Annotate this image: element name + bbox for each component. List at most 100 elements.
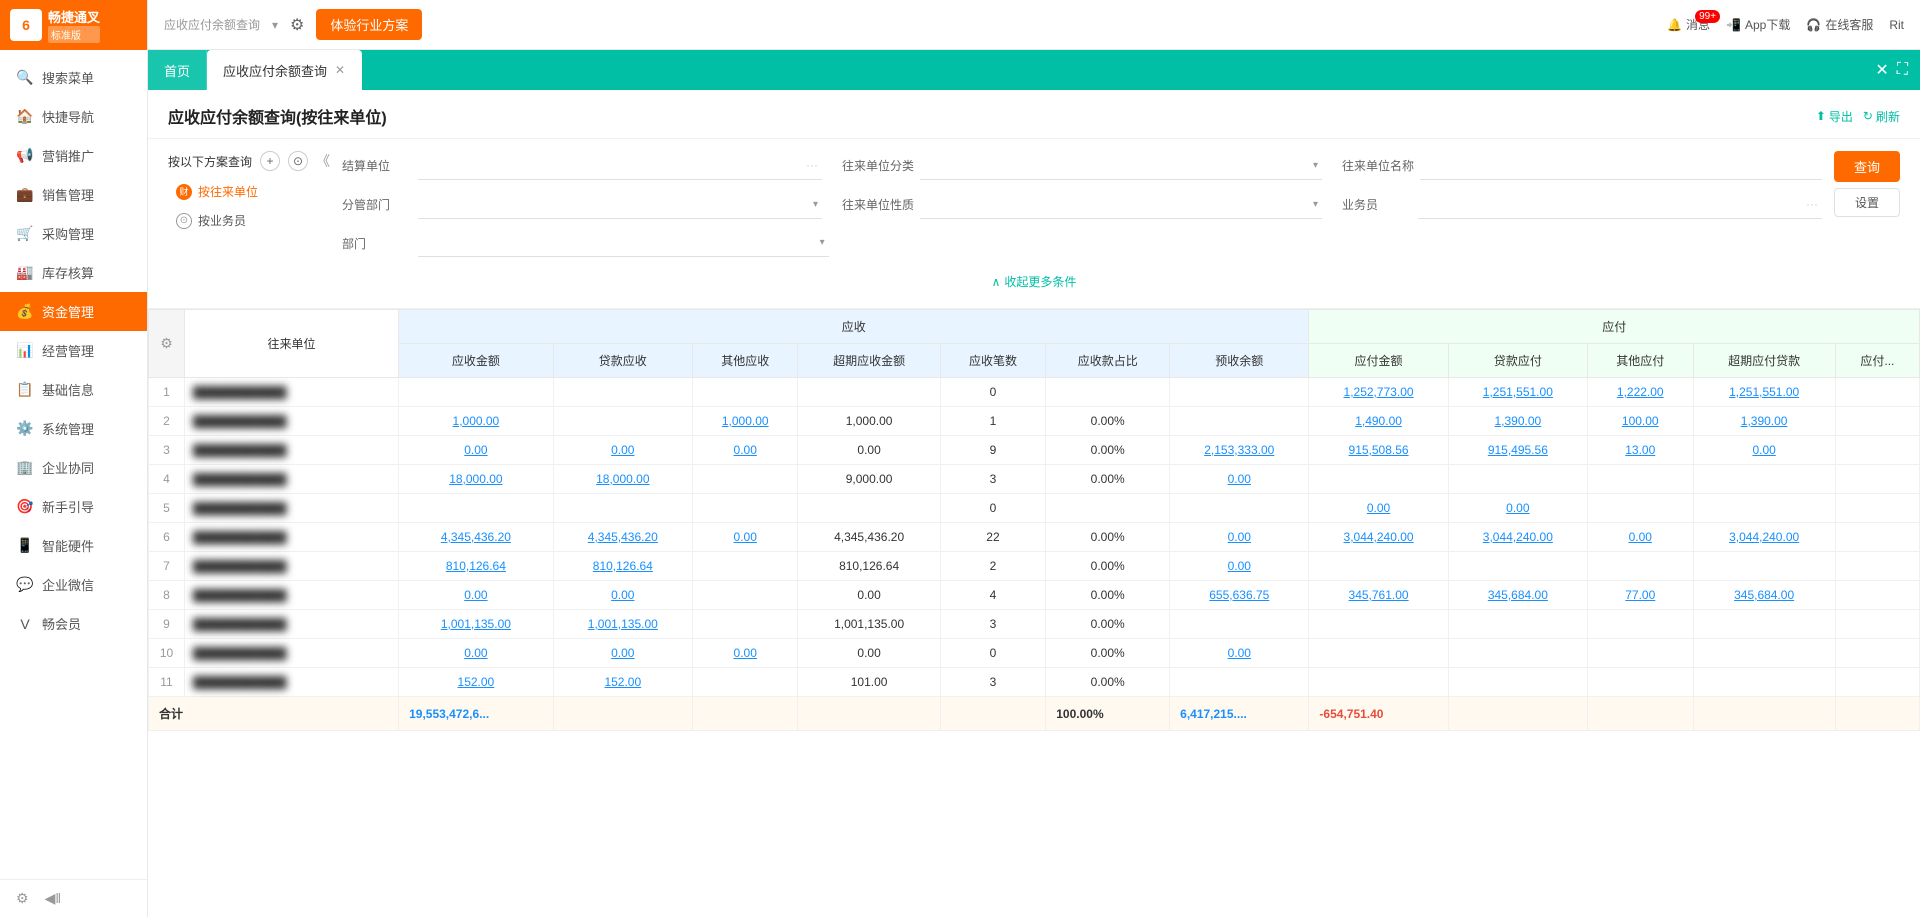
table-cell[interactable]: 1,001,135.00 xyxy=(553,610,692,639)
wanglai-xingzhi-dropdown[interactable]: ▾ xyxy=(920,191,1322,219)
jiesuan-more-icon[interactable]: ··· xyxy=(802,158,822,172)
sidebar-item-hardware[interactable]: 📱 智能硬件 xyxy=(0,526,147,565)
table-cell[interactable]: 0.00 xyxy=(1170,465,1309,494)
table-cell[interactable]: 1,490.00 xyxy=(1309,407,1448,436)
table-cell[interactable]: 3,044,240.00 xyxy=(1309,523,1448,552)
table-cell[interactable]: 345,684.00 xyxy=(1448,581,1587,610)
wanglai-mingcheng-input[interactable] xyxy=(1420,152,1822,180)
table-cell[interactable]: 1,251,551.00 xyxy=(1693,378,1835,407)
table-cell[interactable]: 0.00 xyxy=(553,581,692,610)
table-cell[interactable]: 0.00 xyxy=(1170,523,1309,552)
sidebar-item-sales[interactable]: 💼 销售管理 xyxy=(0,175,147,214)
tab-close-icon[interactable]: ✕ xyxy=(335,63,345,77)
table-cell[interactable]: 18,000.00 xyxy=(553,465,692,494)
table-cell[interactable]: 1,000.00 xyxy=(692,407,798,436)
table-cell[interactable]: 915,508.56 xyxy=(1309,436,1448,465)
sidebar-item-quicknav[interactable]: 🏠 快捷导航 xyxy=(0,97,147,136)
table-cell[interactable]: 0.00 xyxy=(692,523,798,552)
table-cell[interactable]: 3,044,240.00 xyxy=(1693,523,1835,552)
scheme-by-staff[interactable]: ⊙ 按业务员 xyxy=(168,208,330,233)
table-cell[interactable]: 77.00 xyxy=(1587,581,1693,610)
user-profile[interactable]: Rit xyxy=(1889,18,1904,32)
fenguan-dropdown[interactable]: ▾ xyxy=(418,191,822,219)
table-cell[interactable]: 0.00 xyxy=(692,436,798,465)
table-cell[interactable]: 0.00 xyxy=(399,436,554,465)
table-cell[interactable]: 4,345,436.20 xyxy=(399,523,554,552)
cta-button[interactable]: 体验行业方案 xyxy=(316,9,422,40)
collapse-more-button[interactable]: ∧ 收起更多条件 xyxy=(168,267,1900,296)
sidebar-item-basic[interactable]: 📋 基础信息 xyxy=(0,370,147,409)
table-cell[interactable]: 1,000.00 xyxy=(399,407,554,436)
table-cell[interactable]: 0.00 xyxy=(1693,436,1835,465)
sidebar-item-member[interactable]: V 畅会员 xyxy=(0,604,147,643)
table-cell[interactable]: 2,153,333.00 xyxy=(1170,436,1309,465)
table-cell[interactable]: 100.00 xyxy=(1587,407,1693,436)
table-cell[interactable]: 1,390.00 xyxy=(1693,407,1835,436)
table-cell[interactable]: 0.00 xyxy=(553,639,692,668)
wanglai-fenlei-dropdown[interactable]: ▾ xyxy=(920,152,1322,180)
table-cell[interactable]: 0.00 xyxy=(399,639,554,668)
sidebar-item-finance[interactable]: 💰 资金管理 xyxy=(0,292,147,331)
table-cell[interactable]: 1,252,773.00 xyxy=(1309,378,1448,407)
tab-arbal[interactable]: 应收应付余额查询 ✕ xyxy=(207,50,362,90)
app-download-button[interactable]: 📲 App下载 xyxy=(1726,16,1790,33)
bottom-settings-icon[interactable]: ⚙ xyxy=(16,890,29,907)
settings-col-header[interactable]: ⚙ xyxy=(149,310,185,378)
sidebar-item-wechat[interactable]: 💬 企业微信 xyxy=(0,565,147,604)
footer-yingshou-amount[interactable]: 19,553,472,6... xyxy=(399,697,554,731)
nav-dropdown-arrow[interactable]: ▾ xyxy=(272,18,278,32)
table-cell[interactable]: 152.00 xyxy=(399,668,554,697)
filter-collapse-icon[interactable]: 《 xyxy=(316,151,330,171)
table-cell[interactable]: 0.00 xyxy=(1170,639,1309,668)
sidebar-item-system[interactable]: ⚙️ 系统管理 xyxy=(0,409,147,448)
table-cell[interactable]: 18,000.00 xyxy=(399,465,554,494)
header-settings-icon[interactable]: ⚙ xyxy=(290,15,304,35)
query-button[interactable]: 查询 xyxy=(1834,151,1900,182)
table-cell[interactable]: 4,345,436.20 xyxy=(553,523,692,552)
bumen-dropdown[interactable]: ▾ xyxy=(418,229,829,257)
sidebar-item-inventory[interactable]: 🏭 库存核算 xyxy=(0,253,147,292)
sidebar-item-marketing[interactable]: 📢 营销推广 xyxy=(0,136,147,175)
table-cell[interactable]: 1,390.00 xyxy=(1448,407,1587,436)
online-service-button[interactable]: 🎧 在线客服 xyxy=(1806,16,1873,33)
table-cell[interactable]: 345,761.00 xyxy=(1309,581,1448,610)
filter-add-button[interactable]: + xyxy=(260,151,280,171)
sidebar-item-search[interactable]: 🔍 搜索菜单 xyxy=(0,58,147,97)
table-cell[interactable]: 345,684.00 xyxy=(1693,581,1835,610)
table-cell[interactable]: 13.00 xyxy=(1587,436,1693,465)
table-cell[interactable]: 1,222.00 xyxy=(1587,378,1693,407)
table-cell[interactable]: 0.00 xyxy=(399,581,554,610)
table-cell[interactable]: 0.00 xyxy=(1448,494,1587,523)
table-cell[interactable]: 655,636.75 xyxy=(1170,581,1309,610)
table-settings-icon[interactable]: ⚙ xyxy=(160,335,173,351)
sidebar-item-operation[interactable]: 📊 经营管理 xyxy=(0,331,147,370)
table-cell[interactable]: 152.00 xyxy=(553,668,692,697)
table-cell[interactable]: 0.00 xyxy=(1587,523,1693,552)
table-cell[interactable]: 0.00 xyxy=(553,436,692,465)
export-button[interactable]: ⬆ 导出 xyxy=(1816,108,1853,125)
table-cell[interactable]: 0.00 xyxy=(692,639,798,668)
yewuyuan-more-icon[interactable]: ··· xyxy=(1802,197,1822,211)
sidebar-item-collab[interactable]: 🏢 企业协同 xyxy=(0,448,147,487)
table-cell[interactable]: 3,044,240.00 xyxy=(1448,523,1587,552)
refresh-button[interactable]: ↻ 刷新 xyxy=(1863,108,1900,125)
table-container[interactable]: ⚙ 往来单位 应收 应付 应收金额 贷款应收 其他应收 超期应收金额 应收笔数 … xyxy=(148,309,1920,917)
footer-prepay-balance[interactable]: 6,417,215.... xyxy=(1170,697,1309,731)
tab-close-btn[interactable]: ✕ xyxy=(1875,60,1888,80)
sidebar-item-purchase[interactable]: 🛒 采购管理 xyxy=(0,214,147,253)
yewuyuan-input[interactable] xyxy=(1418,190,1802,218)
table-cell[interactable]: 810,126.64 xyxy=(553,552,692,581)
tab-maximize-btn[interactable]: ⛶ xyxy=(1897,60,1908,80)
sidebar-item-guide[interactable]: 🎯 新手引导 xyxy=(0,487,147,526)
table-cell[interactable]: 915,495.56 xyxy=(1448,436,1587,465)
filter-settings-icon[interactable]: ⊙ xyxy=(288,151,308,171)
settings-button[interactable]: 设置 xyxy=(1834,188,1900,217)
bottom-collapse-icon[interactable]: ◀‖ xyxy=(45,890,62,907)
table-cell[interactable]: 1,251,551.00 xyxy=(1448,378,1587,407)
jiesuan-input[interactable] xyxy=(418,151,802,179)
table-cell[interactable]: 0.00 xyxy=(1309,494,1448,523)
notifications-button[interactable]: 🔔 消息 99+ xyxy=(1667,16,1710,33)
tab-home[interactable]: 首页 xyxy=(148,50,207,90)
scheme-by-unit[interactable]: 财 按往来单位 xyxy=(168,179,330,204)
table-cell[interactable]: 1,001,135.00 xyxy=(399,610,554,639)
